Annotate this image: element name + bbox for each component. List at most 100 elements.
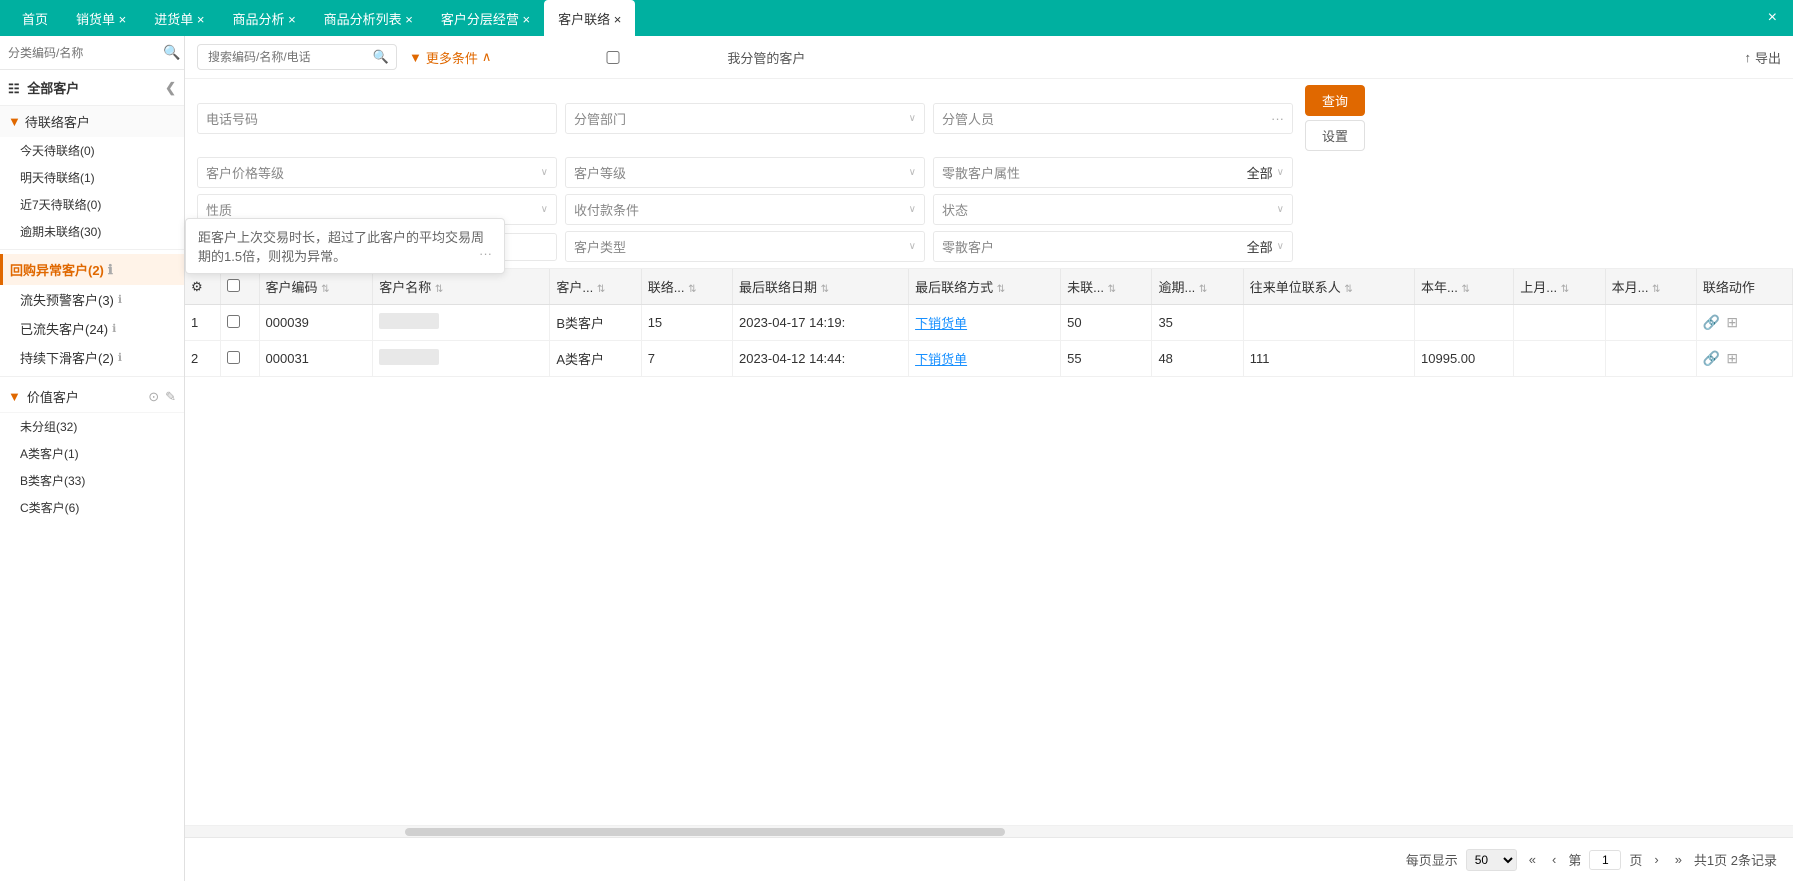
last-method-link-1[interactable]: 下销货单 xyxy=(915,316,967,331)
sidebar-item-repurchase-abnormal[interactable]: 回购异常客户(2) ℹ xyxy=(0,254,184,285)
filter-customer-level[interactable]: 客户等级 ∨ xyxy=(565,157,925,188)
nav-analysis-list[interactable]: 商品分析列表 × xyxy=(310,0,427,36)
col-contact-person[interactable]: 往来单位联系人 ⇅ xyxy=(1243,269,1414,305)
retail-attr-value: 全部 xyxy=(1247,163,1273,182)
my-customers-checkbox-label[interactable]: 我分管的客户 xyxy=(503,48,805,67)
dept-label: 分管部门 xyxy=(574,109,626,128)
sidebar-item-churned[interactable]: 已流失客户(24) ℹ xyxy=(0,314,184,343)
col-uncontacted[interactable]: 未联... ⇅ xyxy=(1061,269,1152,305)
sidebar-collapse-icon[interactable]: ❮ xyxy=(165,80,176,96)
sidebar-item-today[interactable]: 今天待联络(0) xyxy=(0,137,184,164)
sidebar-item-class-a[interactable]: A类客户(1) xyxy=(0,440,184,467)
filter-manager[interactable]: 分管人员 ··· xyxy=(933,103,1293,134)
nav-customer-tier[interactable]: 客户分层经营 × xyxy=(427,0,544,36)
info-icon-declining: ℹ xyxy=(118,351,122,364)
filter-price-level[interactable]: 客户价格等级 ∨ xyxy=(197,157,557,188)
sidebar-value-group-header: ▼ 价值客户 ⊙ ✎ xyxy=(0,381,184,413)
col-level[interactable]: 客户... ⇅ xyxy=(550,269,641,305)
last-method-link-2[interactable]: 下销货单 xyxy=(915,352,967,367)
nav-sales[interactable]: 销货单 × xyxy=(62,0,140,36)
pagination-first-btn[interactable]: « xyxy=(1525,850,1540,869)
sidebar-group-pending[interactable]: ▼ 待联络客户 xyxy=(0,106,184,137)
filter-retail-customer[interactable]: 零散客户 全部 ∨ xyxy=(933,231,1293,262)
col-last-date[interactable]: 最后联络日期 ⇅ xyxy=(732,269,908,305)
cell-contact-1: 15 xyxy=(641,305,732,341)
sort-year-icon: ⇅ xyxy=(1461,284,1469,295)
sidebar-item-unclassified[interactable]: 未分组(32) xyxy=(0,413,184,440)
horizontal-scrollbar[interactable] xyxy=(185,825,1793,837)
col-this-month[interactable]: 本月... ⇅ xyxy=(1605,269,1696,305)
window-close-button[interactable]: × xyxy=(1760,5,1785,31)
sidebar-item-7days[interactable]: 近7天待联络(0) xyxy=(0,191,184,218)
data-table-container: ⚙ 客户编码 ⇅ 客户名称 ⇅ 客户... ⇅ 联络... ⇅ 最后联络日期 ⇅… xyxy=(185,269,1793,825)
cell-lastmethod-1[interactable]: 下销货单 xyxy=(909,305,1061,341)
sidebar-search-input[interactable] xyxy=(8,46,163,60)
sidebar-item-tomorrow[interactable]: 明天待联络(1) xyxy=(0,164,184,191)
sort-level-icon: ⇅ xyxy=(597,284,605,295)
pagination-total: 共1页 2条记录 xyxy=(1694,850,1777,869)
col-code[interactable]: 客户编码 ⇅ xyxy=(259,269,373,305)
sidebar-item-overdue[interactable]: 逾期未联络(30) xyxy=(0,218,184,245)
col-last-month[interactable]: 上月... ⇅ xyxy=(1514,269,1605,305)
sort-contactperson-icon: ⇅ xyxy=(1344,284,1352,295)
tooltip-abnormal: 距客户上次交易时长，超过了此客户的平均交易周期的1.5倍，则视为异常。 ··· xyxy=(185,218,505,274)
pagination-last-btn[interactable]: » xyxy=(1671,850,1686,869)
nav-home[interactable]: 首页 xyxy=(8,0,62,36)
filter-phone[interactable]: 电话号码 xyxy=(197,103,557,134)
sidebar-item-declining[interactable]: 持续下滑客户(2) ℹ xyxy=(0,343,184,372)
query-button[interactable]: 查询 xyxy=(1305,85,1365,116)
value-group-edit-icon[interactable]: ✎ xyxy=(165,389,176,405)
sidebar-item-class-b[interactable]: B类客户(33) xyxy=(0,467,184,494)
tooltip-more-icon[interactable]: ··· xyxy=(479,246,492,261)
cell-code-2: 000031 xyxy=(259,341,373,377)
search-icon[interactable]: 🔍 xyxy=(373,49,389,65)
col-settings[interactable]: ⚙ xyxy=(185,269,221,305)
col-last-method[interactable]: 最后联络方式 ⇅ xyxy=(909,269,1061,305)
price-level-label: 客户价格等级 xyxy=(206,163,284,182)
sidebar-search-area: 🔍 xyxy=(0,36,184,70)
pagination-page-input[interactable] xyxy=(1589,850,1621,870)
cell-checkbox-2[interactable] xyxy=(221,341,259,377)
search-input[interactable] xyxy=(197,44,397,70)
sidebar-all-customers-label: ☷ 全部客户 xyxy=(8,78,79,97)
filter-customer-type[interactable]: 客户类型 ∨ xyxy=(565,231,925,262)
nav-purchase[interactable]: 进货单 × xyxy=(140,0,218,36)
col-overdue[interactable]: 逾期... ⇅ xyxy=(1152,269,1243,305)
col-contact-count[interactable]: 联络... ⇅ xyxy=(641,269,732,305)
filter-retail-attr[interactable]: 零散客户属性 全部 ∨ xyxy=(933,157,1293,188)
pagination-page-label: 第 xyxy=(1568,850,1581,869)
per-page-select[interactable]: 50 20 100 xyxy=(1466,849,1517,871)
action-link-icon-2[interactable]: 🔗 xyxy=(1703,350,1720,367)
pagination-prev-btn[interactable]: ‹ xyxy=(1548,850,1560,869)
value-group-circle-icon[interactable]: ⊙ xyxy=(148,389,159,405)
sidebar-item-class-c[interactable]: C类客户(6) xyxy=(0,494,184,521)
row1-checkbox[interactable] xyxy=(227,315,240,328)
my-customers-checkbox[interactable] xyxy=(503,51,723,64)
col-checkbox[interactable] xyxy=(221,269,259,305)
filter-payment-terms[interactable]: 收付款条件 ∨ xyxy=(565,194,925,225)
pagination-next-btn[interactable]: › xyxy=(1650,850,1662,869)
sidebar-search-icon[interactable]: 🔍 xyxy=(163,44,180,61)
col-name[interactable]: 客户名称 ⇅ xyxy=(373,269,550,305)
scrollbar-thumb[interactable] xyxy=(405,828,1005,836)
cell-lastmethod-2[interactable]: 下销货单 xyxy=(909,341,1061,377)
row2-checkbox[interactable] xyxy=(227,351,240,364)
action-grid-icon-1[interactable]: ⊞ xyxy=(1726,314,1738,331)
settings-button[interactable]: 设置 xyxy=(1305,120,1365,151)
select-all-checkbox[interactable] xyxy=(227,279,240,292)
more-conditions-button[interactable]: ▼ 更多条件 ∧ xyxy=(409,48,491,67)
cell-checkbox-1[interactable] xyxy=(221,305,259,341)
action-link-icon-1[interactable]: 🔗 xyxy=(1703,314,1720,331)
sort-thismonth-icon: ⇅ xyxy=(1652,284,1660,295)
retail-attr-label: 零散客户属性 xyxy=(942,163,1020,182)
filter-status[interactable]: 状态 ∨ xyxy=(933,194,1293,225)
filter-department[interactable]: 分管部门 ∨ xyxy=(565,103,925,134)
cell-name-2 xyxy=(373,341,550,377)
action-grid-icon-2[interactable]: ⊞ xyxy=(1726,350,1738,367)
sidebar-all-customers-header: ☷ 全部客户 ❮ xyxy=(0,70,184,106)
sidebar-item-churn-warning[interactable]: 流失预警客户(3) ℹ xyxy=(0,285,184,314)
nav-analysis[interactable]: 商品分析 × xyxy=(218,0,309,36)
nav-customer-contact[interactable]: 客户联络 × xyxy=(544,0,635,36)
export-button[interactable]: ↑ 导出 xyxy=(1744,48,1781,67)
col-year-amount[interactable]: 本年... ⇅ xyxy=(1415,269,1514,305)
